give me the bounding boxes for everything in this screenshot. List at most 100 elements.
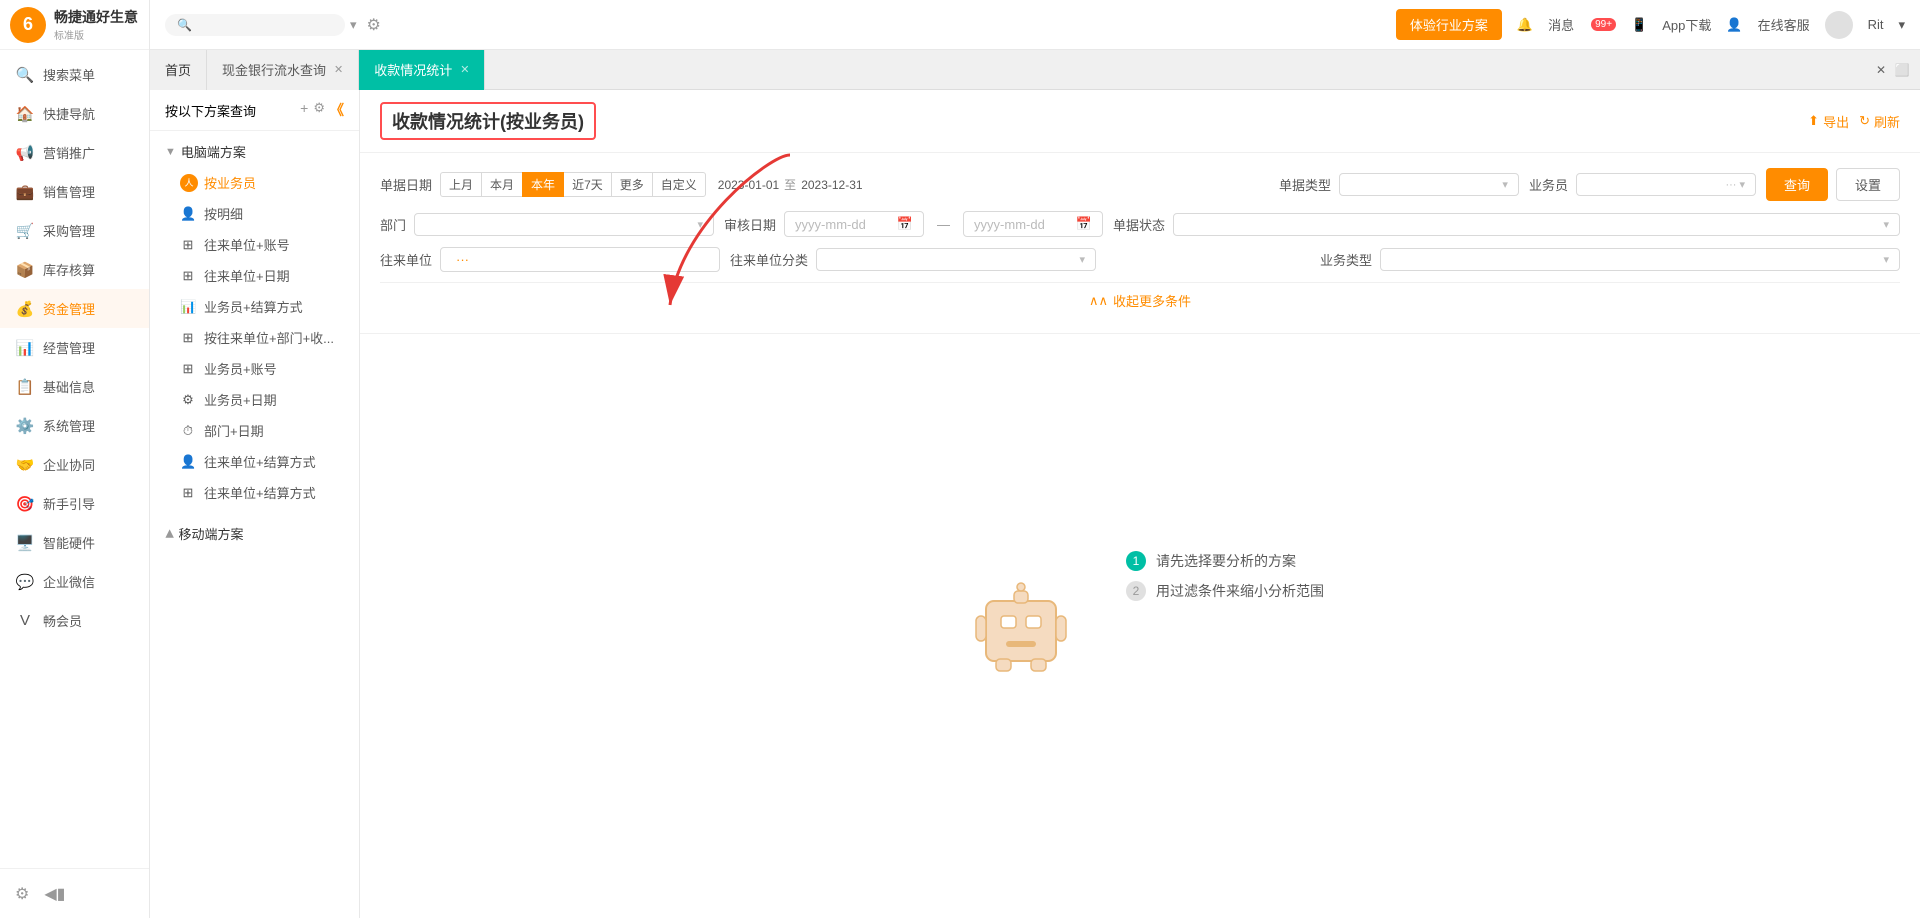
- calendar-icon-to: 📅: [1076, 216, 1092, 232]
- search-box[interactable]: 🔍: [165, 14, 345, 36]
- sidebar-label-wechat: 企业微信: [43, 572, 95, 591]
- review-to-placeholder: yyyy-mm-dd: [974, 217, 1045, 232]
- mobile-group-header[interactable]: ▶ 移动端方案: [150, 518, 359, 549]
- header-gear-icon[interactable]: ⚙: [367, 15, 381, 35]
- sidebar-item-guide[interactable]: 🎯 新手引导: [0, 484, 149, 523]
- review-date-filter: 审核日期 yyyy-mm-dd 📅 — yyyy-mm-dd 📅: [724, 211, 1103, 237]
- sidebar-item-wechat[interactable]: 💬 企业微信: [0, 562, 149, 601]
- scheme-settings-btn[interactable]: ⚙: [313, 100, 325, 120]
- review-date-from[interactable]: yyyy-mm-dd 📅: [784, 211, 924, 237]
- footer-collapse-icon[interactable]: ◀▮: [44, 884, 65, 904]
- scheme-item-by-detail[interactable]: 👤 按明细: [150, 198, 359, 229]
- staff-select[interactable]: ··· ▾: [1576, 173, 1756, 196]
- date-tab-prev-month[interactable]: 上月: [440, 172, 482, 197]
- sidebar-item-sales[interactable]: 💼 销售管理: [0, 172, 149, 211]
- dept-select[interactable]: ▾: [414, 213, 714, 236]
- date-tab-more[interactable]: 更多: [611, 172, 653, 197]
- date-tab-last7[interactable]: 近7天: [563, 172, 612, 197]
- scheme-item-by-staff[interactable]: 人 按业务员: [150, 167, 359, 198]
- dept-date-icon: ⏱: [180, 423, 196, 439]
- online-service-label: 在线客服: [1758, 15, 1810, 34]
- tab-collection-stats-close[interactable]: ✕: [460, 63, 469, 76]
- header-right: 体验行业方案 🔔 消息 99+ 📱 App下载 👤 在线客服 Rit ▾: [1396, 9, 1905, 40]
- sidebar-item-member[interactable]: V 畅会员: [0, 601, 149, 640]
- app-logo: 6 畅捷通好生意 标准版: [0, 0, 149, 50]
- scheme-item-by-unit-dept[interactable]: ⊞ 按往来单位+部门+收...: [150, 322, 359, 353]
- left-panel-header: 按以下方案查询 + ⚙ 《: [150, 90, 359, 131]
- scheme-item-by-staff-payment[interactable]: 📊 业务员+结算方式: [150, 291, 359, 322]
- tab-home[interactable]: 首页: [150, 50, 207, 90]
- collapse-label: 收起更多条件: [1113, 291, 1191, 310]
- sidebar-item-marketing[interactable]: 📢 营销推广: [0, 133, 149, 172]
- collapse-panel-btn[interactable]: 《: [330, 100, 344, 120]
- export-icon: ⬆: [1808, 113, 1819, 129]
- scheme-item-by-unit-account[interactable]: ⊞ 往来单位+账号: [150, 229, 359, 260]
- member-icon: V: [15, 612, 35, 629]
- main-area: 🔍 ▾ ⚙ 体验行业方案 🔔 消息 99+ 📱 App下载 👤 在线客服: [150, 0, 1920, 918]
- doc-status-select[interactable]: ▾: [1173, 213, 1900, 236]
- query-btn[interactable]: 查询: [1766, 168, 1828, 201]
- empty-steps: 1 请先选择要分析的方案 2 用过滤条件来缩小分析范围: [1126, 551, 1324, 611]
- doc-type-label: 单据类型: [1279, 175, 1331, 194]
- business-type-select[interactable]: ▾: [1380, 248, 1900, 271]
- scheme-item-by-staff-account[interactable]: ⊞ 业务员+账号: [150, 353, 359, 384]
- tab-bank-flow[interactable]: 现金银行流水查询 ✕: [207, 50, 359, 90]
- window-maximize-btn[interactable]: ⬜: [1894, 62, 1910, 78]
- sidebar-item-quicknav[interactable]: 🏠 快捷导航: [0, 94, 149, 133]
- sidebar-item-system[interactable]: ⚙️ 系统管理: [0, 406, 149, 445]
- staff-chevron: ▾: [1739, 178, 1745, 191]
- search-icon: 🔍: [15, 66, 35, 84]
- tab-collection-stats[interactable]: 收款情况统计 ✕: [359, 50, 485, 90]
- header-dropdown-icon[interactable]: ▾: [350, 17, 357, 33]
- date-label: 单据日期: [380, 175, 432, 194]
- notification-icon: 🔔: [1517, 17, 1533, 33]
- scheme-item-by-unit-payment1[interactable]: 👤 往来单位+结算方式: [150, 446, 359, 477]
- sidebar-item-operations[interactable]: 📊 经营管理: [0, 328, 149, 367]
- refresh-btn[interactable]: ↻ 刷新: [1859, 112, 1900, 131]
- scheme-item-by-dept-date[interactable]: ⏱ 部门+日期: [150, 415, 359, 446]
- sidebar-item-search[interactable]: 🔍 搜索菜单: [0, 55, 149, 94]
- online-service-area[interactable]: 👤 在线客服: [1726, 15, 1809, 34]
- top-header: 🔍 ▾ ⚙ 体验行业方案 🔔 消息 99+ 📱 App下载 👤 在线客服: [150, 0, 1920, 50]
- mobile-group-arrow: ▶: [163, 529, 176, 537]
- doc-type-select[interactable]: ▾: [1339, 173, 1519, 196]
- sidebar-item-purchase[interactable]: 🛒 采购管理: [0, 211, 149, 250]
- sidebar-item-hardware[interactable]: 🖥️ 智能硬件: [0, 523, 149, 562]
- settings-btn[interactable]: 设置: [1836, 168, 1900, 201]
- date-tab-custom[interactable]: 自定义: [652, 172, 706, 197]
- user-area[interactable]: Rit ▾: [1825, 11, 1905, 39]
- window-close-btn[interactable]: ✕: [1873, 62, 1889, 78]
- app-download-area[interactable]: 📱 App下载: [1631, 15, 1711, 34]
- collapse-filter-btn[interactable]: ∧∧ 收起更多条件: [380, 282, 1900, 318]
- sidebar-item-inventory[interactable]: 📦 库存核算: [0, 250, 149, 289]
- notification-label[interactable]: 消息: [1548, 15, 1574, 34]
- step-2-num: 2: [1126, 581, 1146, 601]
- tab-bank-flow-close[interactable]: ✕: [334, 63, 343, 76]
- footer-settings-icon[interactable]: ⚙: [15, 884, 29, 904]
- scheme-item-by-unit-payment2[interactable]: ⊞ 往来单位+结算方式: [150, 477, 359, 508]
- mobile-group-label: 移动端方案: [178, 524, 243, 543]
- date-tab-this-month[interactable]: 本月: [481, 172, 523, 197]
- scheme-item-by-staff-date-label: 业务员+日期: [204, 390, 277, 409]
- partner-category-select[interactable]: ▾: [816, 248, 1096, 271]
- trial-btn[interactable]: 体验行业方案: [1396, 9, 1502, 40]
- review-date-to[interactable]: yyyy-mm-dd 📅: [963, 211, 1103, 237]
- pc-group-header[interactable]: ▼ 电脑端方案: [150, 136, 359, 167]
- sidebar-item-basic[interactable]: 📋 基础信息: [0, 367, 149, 406]
- scheme-item-by-staff-account-label: 业务员+账号: [204, 359, 277, 378]
- scheme-item-by-unit-date[interactable]: ⊞ 往来单位+日期: [150, 260, 359, 291]
- sidebar-label-sales: 销售管理: [43, 182, 95, 201]
- export-btn[interactable]: ⬆ 导出: [1808, 112, 1849, 131]
- step-1-text: 请先选择要分析的方案: [1156, 551, 1296, 571]
- add-scheme-btn[interactable]: +: [300, 100, 308, 120]
- sidebar-item-finance[interactable]: 💰 资金管理: [0, 289, 149, 328]
- sidebar-item-collab[interactable]: 🤝 企业协同: [0, 445, 149, 484]
- scheme-item-by-staff-date[interactable]: ⚙ 业务员+日期: [150, 384, 359, 415]
- sidebar: 6 畅捷通好生意 标准版 🔍 搜索菜单 🏠 快捷导航 📢 营销推广 💼 销售管理…: [0, 0, 150, 918]
- collapse-up-icon: ∧∧: [1089, 293, 1108, 309]
- date-tab-this-year[interactable]: 本年: [522, 172, 564, 197]
- basic-icon: 📋: [15, 378, 35, 396]
- scheme-item-by-dept-date-label: 部门+日期: [204, 421, 264, 440]
- partner-label: 往来单位: [380, 250, 432, 269]
- partner-select[interactable]: ···: [440, 247, 720, 272]
